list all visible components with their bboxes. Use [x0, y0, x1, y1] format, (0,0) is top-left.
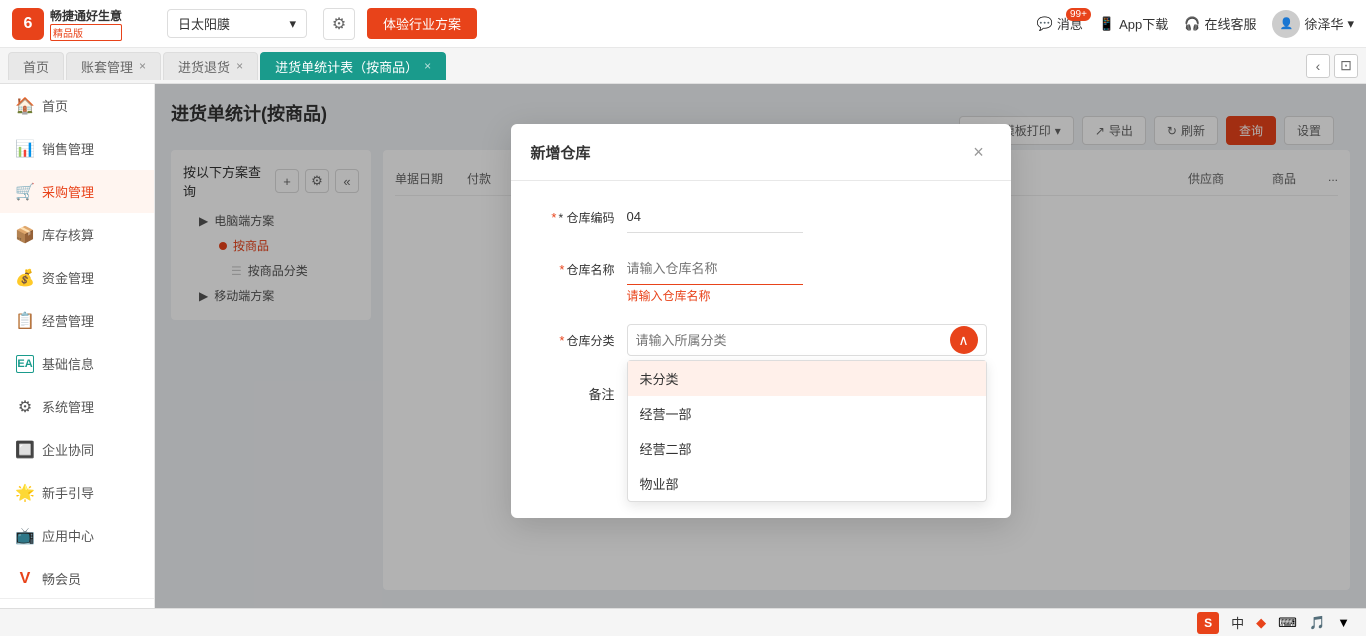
- sidebar-item-operations[interactable]: 📋 经营管理: [0, 299, 154, 342]
- tab-next-button[interactable]: ⊡: [1334, 54, 1358, 78]
- warehouse-name-field: 请输入仓库名称: [627, 253, 987, 304]
- trial-button[interactable]: 体验行业方案: [367, 8, 477, 39]
- operations-icon: 📋: [16, 312, 34, 330]
- notification-button[interactable]: 💬 消息 99+: [1037, 14, 1083, 33]
- warehouse-name-input[interactable]: [627, 253, 803, 285]
- tab-close-stats[interactable]: ×: [424, 59, 431, 73]
- logo-text: 畅捷通好生意 精品版: [50, 7, 122, 41]
- dropdown-item-dept1[interactable]: 经营一部: [628, 396, 986, 431]
- sidebar-item-guide[interactable]: 🌟 新手引导: [0, 471, 154, 514]
- tab-home[interactable]: 首页: [8, 52, 64, 80]
- app-center-icon: 📺: [16, 527, 34, 545]
- chinese-mode-indicator: 中: [1231, 613, 1244, 632]
- sidebar-item-basic-info[interactable]: EA 基础信息: [0, 342, 154, 385]
- header-center: ⚙ 体验行业方案: [307, 8, 1037, 40]
- tab-purchase-stats[interactable]: 进货单统计表（按商品） ×: [260, 52, 446, 80]
- sidebar-item-system[interactable]: ⚙ 系统管理: [0, 385, 154, 428]
- mobile-icon: 📱: [1099, 16, 1115, 32]
- category-toggle-button[interactable]: ∧: [950, 326, 978, 354]
- warehouse-code-label: ** 仓库编码: [535, 201, 615, 226]
- category-dropdown: 未分类 经营一部 经营二部 物业部: [627, 360, 987, 502]
- purchase-icon: 🛒: [16, 183, 34, 201]
- dropdown-item-unclassified[interactable]: 未分类: [628, 361, 986, 396]
- tab-prev-button[interactable]: ‹: [1306, 54, 1330, 78]
- warehouse-category-row: *仓库分类 ∧ 未分类 经营一部 经营二部: [535, 324, 987, 356]
- warehouse-name-row: *仓库名称 请输入仓库名称: [535, 253, 987, 304]
- app-download-button[interactable]: 📱 App下载: [1099, 14, 1168, 33]
- modal-title: 新增仓库: [531, 142, 591, 163]
- warehouse-code-input[interactable]: [627, 201, 803, 233]
- guide-icon: 🌟: [16, 484, 34, 502]
- home-icon: 🏠: [16, 97, 34, 115]
- add-warehouse-modal: 新增仓库 × ** 仓库编码: [511, 124, 1011, 518]
- sidebar: 🏠 首页 📊 销售管理 🛒 采购管理 📦 库存核算 💰 资金管理 📋 经营管理 …: [0, 84, 155, 636]
- basic-info-icon: EA: [16, 355, 34, 373]
- online-service-button[interactable]: 🎧 在线客服: [1184, 14, 1256, 33]
- logo-area: 6 畅捷通好生意 精品版: [12, 7, 167, 41]
- sidebar-item-home[interactable]: 🏠 首页: [0, 84, 154, 127]
- user-icon: 👤: [1280, 17, 1294, 30]
- app-logo: 6: [12, 8, 44, 40]
- modal-header: 新增仓库 ×: [511, 124, 1011, 181]
- tab-close-account[interactable]: ×: [139, 59, 146, 73]
- sidebar-item-vip[interactable]: V 畅会员: [0, 557, 154, 600]
- chevron-down-icon: ▾: [289, 16, 296, 32]
- status-bar: S 中 ◆ ⌨ 🎵 ▼: [0, 608, 1366, 636]
- system-icon: ⚙: [16, 398, 34, 416]
- vip-icon: V: [16, 570, 34, 588]
- sidebar-item-inventory[interactable]: 📦 库存核算: [0, 213, 154, 256]
- tab-controls: ‹ ⊡: [1306, 54, 1358, 78]
- gear-icon: ⚙: [332, 14, 346, 34]
- notes-label: 备注: [535, 376, 615, 403]
- category-input-wrap: ∧: [627, 324, 987, 356]
- sales-icon: 📊: [16, 140, 34, 158]
- user-menu[interactable]: 👤 徐泽华 ▾: [1272, 10, 1354, 38]
- music-icon: 🎵: [1309, 615, 1325, 631]
- warehouse-code-field: [627, 201, 987, 233]
- warehouse-category-field: ∧ 未分类 经营一部 经营二部 物业部: [627, 324, 987, 356]
- warehouse-code-row: ** 仓库编码: [535, 201, 987, 233]
- header-right: 💬 消息 99+ 📱 App下载 🎧 在线客服 👤 徐泽华 ▾: [1037, 10, 1354, 38]
- message-icon: 💬: [1037, 16, 1053, 32]
- tab-account[interactable]: 账套管理 ×: [66, 52, 161, 80]
- finance-icon: 💰: [16, 269, 34, 287]
- avatar: 👤: [1272, 10, 1300, 38]
- sidebar-item-enterprise[interactable]: 🔲 企业协同: [0, 428, 154, 471]
- more-icon: ▼: [1337, 615, 1350, 630]
- headset-icon: 🎧: [1184, 16, 1200, 32]
- enterprise-icon: 🔲: [16, 441, 34, 459]
- modal-overlay: 新增仓库 × ** 仓库编码: [155, 84, 1366, 636]
- category-input[interactable]: [636, 333, 950, 348]
- settings-button[interactable]: ⚙: [323, 8, 355, 40]
- tab-close-return[interactable]: ×: [236, 59, 243, 73]
- dot-indicator: ◆: [1256, 615, 1266, 631]
- sidebar-item-sales[interactable]: 📊 销售管理: [0, 127, 154, 170]
- warehouse-category-label: *仓库分类: [535, 324, 615, 349]
- modal-close-button[interactable]: ×: [967, 140, 991, 164]
- tab-purchase-return[interactable]: 进货退货 ×: [163, 52, 258, 80]
- sidebar-item-purchase[interactable]: 🛒 采购管理: [0, 170, 154, 213]
- dropdown-item-dept2[interactable]: 经营二部: [628, 431, 986, 466]
- warehouse-name-label: *仓库名称: [535, 253, 615, 278]
- store-selector[interactable]: 日太阳膜 ▾: [167, 9, 307, 38]
- keyboard-icon: ⌨: [1278, 615, 1297, 631]
- sidebar-item-finance[interactable]: 💰 资金管理: [0, 256, 154, 299]
- warehouse-name-error: 请输入仓库名称: [627, 287, 987, 304]
- top-header: 6 畅捷通好生意 精品版 日太阳膜 ▾ ⚙ 体验行业方案 💬 消息 99+ 📱 …: [0, 0, 1366, 48]
- sidebar-item-app-center[interactable]: 📺 应用中心: [0, 514, 154, 557]
- content-area: 进货单统计(按商品) 🖨 按模板打印 ▾ ↗ 导出 ↻ 刷新: [155, 84, 1366, 636]
- tab-bar: 首页 账套管理 × 进货退货 × 进货单统计表（按商品） × ‹ ⊡: [0, 48, 1366, 84]
- sogou-icon: S: [1197, 612, 1219, 634]
- modal-body: ** 仓库编码 *仓库名称 请输入仓库名称: [511, 181, 1011, 451]
- main-layout: 🏠 首页 📊 销售管理 🛒 采购管理 📦 库存核算 💰 资金管理 📋 经营管理 …: [0, 84, 1366, 636]
- inventory-icon: 📦: [16, 226, 34, 244]
- chevron-down-icon: ▾: [1347, 16, 1354, 32]
- dropdown-item-dept3[interactable]: 物业部: [628, 466, 986, 501]
